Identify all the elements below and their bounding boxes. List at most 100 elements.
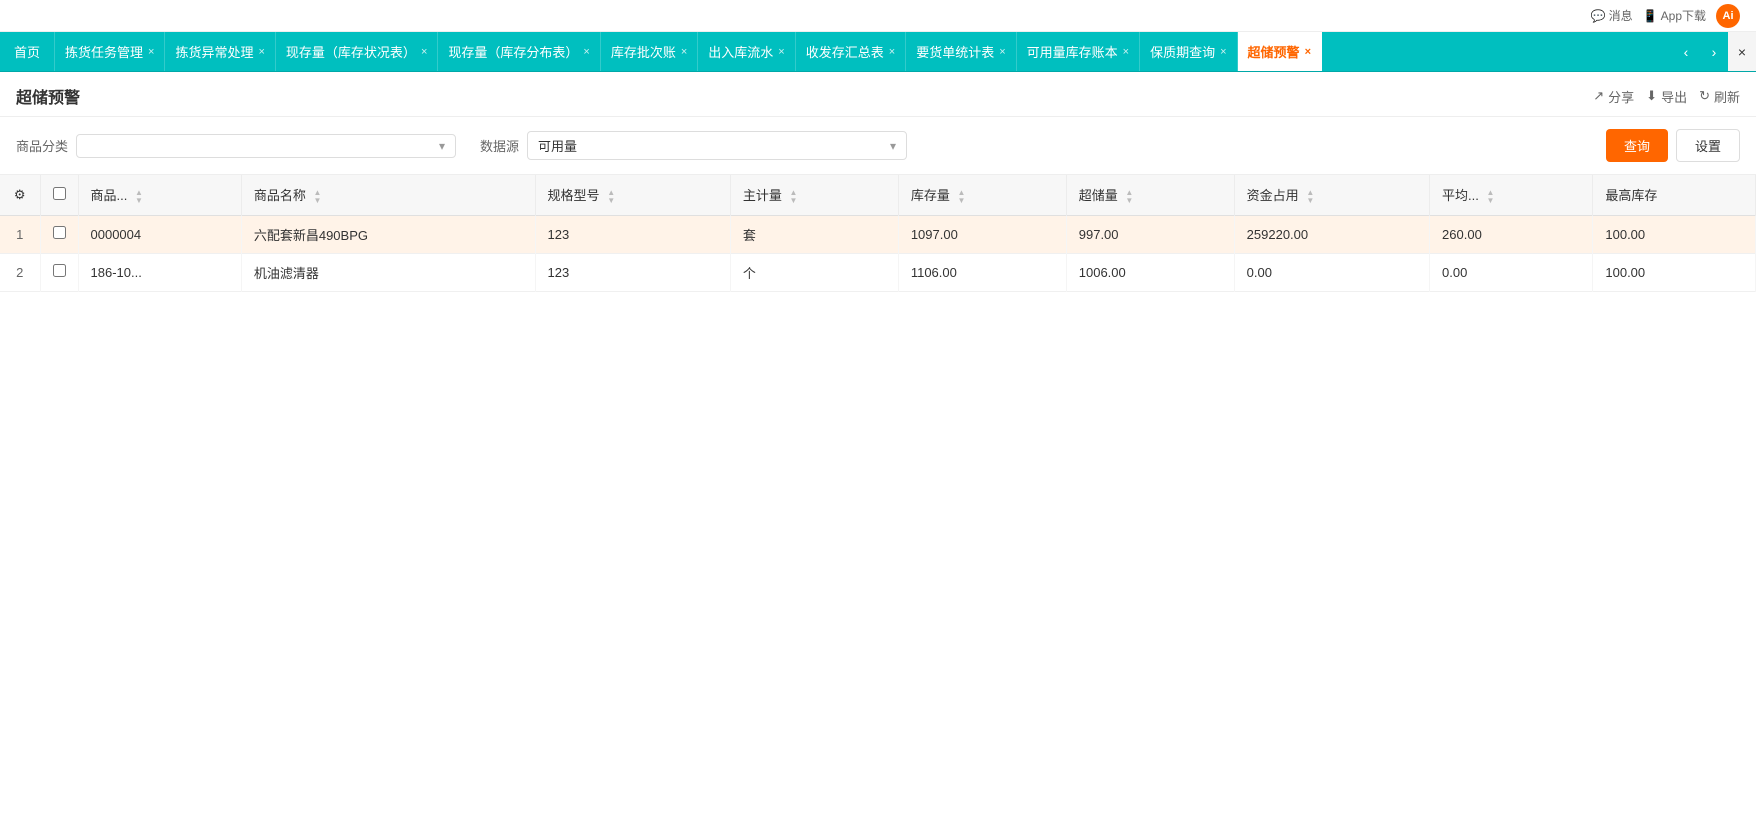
row-overstock: 997.00 <box>1066 215 1234 253</box>
tab-baozhi-chaxun[interactable]: 保质期查询 × <box>1140 32 1237 71</box>
category-select[interactable]: ▾ <box>76 134 456 158</box>
col-spec-header[interactable]: 规格型号 ▲▼ <box>535 175 730 215</box>
avatar[interactable]: Ai <box>1716 4 1740 28</box>
close-icon[interactable]: × <box>1220 46 1226 58</box>
refresh-button[interactable]: ↻ 刷新 <box>1699 87 1740 106</box>
close-icon[interactable]: × <box>1123 46 1129 58</box>
app-download-btn[interactable]: 📱 App下载 <box>1643 7 1706 24</box>
row-code: 0000004 <box>78 215 241 253</box>
select-all-header <box>40 175 78 215</box>
col-avg-header[interactable]: 平均... ▲▼ <box>1430 175 1593 215</box>
table-row: 1 0000004 六配套新昌490BPG 123 套 1097.00 997.… <box>0 215 1756 253</box>
nav-prev-arrow[interactable]: ‹ <box>1672 32 1700 72</box>
sort-icon: ▲▼ <box>957 189 965 205</box>
close-icon[interactable]: × <box>583 46 589 58</box>
row-name: 六配套新昌490BPG <box>241 215 535 253</box>
message-btn[interactable]: 💬 消息 <box>1591 7 1633 24</box>
tab-yaohuo-tongji[interactable]: 要货单统计表 × <box>906 32 1016 71</box>
row-name: 机油滤清器 <box>241 253 535 291</box>
col-stock-header[interactable]: 库存量 ▲▼ <box>898 175 1066 215</box>
datasource-select-value: 可用量 <box>538 136 577 155</box>
chevron-down-icon: ▾ <box>439 139 445 153</box>
datasource-select[interactable]: 可用量 ▾ <box>527 131 907 160</box>
row-checkbox-cell <box>40 215 78 253</box>
gear-icon[interactable]: ⚙ <box>14 187 26 202</box>
settings-button[interactable]: 设置 <box>1676 129 1740 162</box>
export-icon: ⬇ <box>1646 88 1657 104</box>
col-code-header[interactable]: 商品... ▲▼ <box>78 175 241 215</box>
top-nav: 首页 拣货任务管理 × 拣货异常处理 × 现存量（库存状况表） × 现存量（库存… <box>0 32 1756 72</box>
row-spec: 123 <box>535 253 730 291</box>
nav-arrows: ‹ › × <box>1672 32 1756 72</box>
row-checkbox[interactable] <box>53 226 66 239</box>
row-num: 2 <box>0 253 40 291</box>
sort-icon: ▲▼ <box>135 189 143 205</box>
row-unit: 个 <box>730 253 898 291</box>
nav-home[interactable]: 首页 <box>0 32 55 71</box>
page-content: 超储预警 ↗ 分享 ⬇ 导出 ↻ 刷新 商品分类 ▾ 数据源 <box>0 72 1756 832</box>
sort-icon: ▲▼ <box>607 189 615 205</box>
refresh-icon: ↻ <box>1699 88 1710 104</box>
col-name-header[interactable]: 商品名称 ▲▼ <box>241 175 535 215</box>
sort-icon: ▲▼ <box>313 189 321 205</box>
export-button[interactable]: ⬇ 导出 <box>1646 87 1687 106</box>
table-wrap: ⚙ 商品... ▲▼ 商品名称 ▲▼ 规格型号 ▲▼ <box>0 175 1756 292</box>
page-title: 超储预警 <box>16 84 80 108</box>
col-capital-header[interactable]: 资金占用 ▲▼ <box>1234 175 1429 215</box>
tab-keyongliang-zhangben[interactable]: 可用量库存账本 × <box>1017 32 1140 71</box>
close-icon[interactable]: × <box>421 46 427 58</box>
col-overstock-header[interactable]: 超储量 ▲▼ <box>1066 175 1234 215</box>
row-unit: 套 <box>730 215 898 253</box>
row-stock: 1106.00 <box>898 253 1066 291</box>
sort-icon: ▲▼ <box>1487 189 1495 205</box>
filter-actions: 查询 设置 <box>1606 129 1740 162</box>
col-unit-header[interactable]: 主计量 ▲▼ <box>730 175 898 215</box>
close-icon[interactable]: × <box>681 46 687 58</box>
row-capital: 259220.00 <box>1234 215 1429 253</box>
row-checkbox[interactable] <box>53 264 66 277</box>
tab-xiancunliang-fenbiao[interactable]: 现存量（库存分布表） × <box>438 32 600 71</box>
message-icon: 💬 <box>1591 9 1606 23</box>
col-maxstock-header[interactable]: 最高库存 <box>1593 175 1756 215</box>
category-label: 商品分类 <box>16 136 68 155</box>
row-avg: 260.00 <box>1430 215 1593 253</box>
row-stock: 1097.00 <box>898 215 1066 253</box>
close-icon[interactable]: × <box>1305 46 1311 58</box>
tab-jianghuo-renwu[interactable]: 拣货任务管理 × <box>55 32 165 71</box>
nav-next-arrow[interactable]: › <box>1700 32 1728 72</box>
tab-jianghuo-yichang[interactable]: 拣货异常处理 × <box>165 32 275 71</box>
tab-shoufacun-huizong[interactable]: 收发存汇总表 × <box>796 32 906 71</box>
share-icon: ↗ <box>1593 88 1604 104</box>
sort-icon: ▲▼ <box>790 189 798 205</box>
row-maxstock: 100.00 <box>1593 253 1756 291</box>
table-row: 2 186-10... 机油滤清器 123 个 1106.00 1006.00 … <box>0 253 1756 291</box>
tab-xiancunliang-kuangkuang[interactable]: 现存量（库存状况表） × <box>276 32 438 71</box>
close-icon[interactable]: × <box>258 46 264 58</box>
page-header: 超储预警 ↗ 分享 ⬇ 导出 ↻ 刷新 <box>0 72 1756 117</box>
row-checkbox-cell <box>40 253 78 291</box>
tab-chaochuyujing[interactable]: 超储预警 × <box>1238 32 1322 71</box>
datasource-label: 数据源 <box>480 136 519 155</box>
nav-close-arrow[interactable]: × <box>1728 32 1756 72</box>
tab-churuku-liushui[interactable]: 出入库流水 × <box>698 32 795 71</box>
sort-icon: ▲▼ <box>1306 189 1314 205</box>
row-spec: 123 <box>535 215 730 253</box>
query-button[interactable]: 查询 <box>1606 129 1668 162</box>
close-icon[interactable]: × <box>999 46 1005 58</box>
gear-col-header: ⚙ <box>0 175 40 215</box>
close-icon[interactable]: × <box>778 46 784 58</box>
row-maxstock: 100.00 <box>1593 215 1756 253</box>
tab-kucun-pici[interactable]: 库存批次账 × <box>601 32 698 71</box>
close-icon[interactable]: × <box>148 46 154 58</box>
sort-icon: ▲▼ <box>1125 189 1133 205</box>
data-table: ⚙ 商品... ▲▼ 商品名称 ▲▼ 规格型号 ▲▼ <box>0 175 1756 292</box>
select-all-checkbox[interactable] <box>53 187 66 200</box>
share-button[interactable]: ↗ 分享 <box>1593 87 1634 106</box>
download-icon: 📱 <box>1643 9 1658 23</box>
close-icon[interactable]: × <box>889 46 895 58</box>
table-header-row: ⚙ 商品... ▲▼ 商品名称 ▲▼ 规格型号 ▲▼ <box>0 175 1756 215</box>
datasource-filter-group: 数据源 可用量 ▾ <box>480 131 907 160</box>
row-code: 186-10... <box>78 253 241 291</box>
row-capital: 0.00 <box>1234 253 1429 291</box>
row-avg: 0.00 <box>1430 253 1593 291</box>
